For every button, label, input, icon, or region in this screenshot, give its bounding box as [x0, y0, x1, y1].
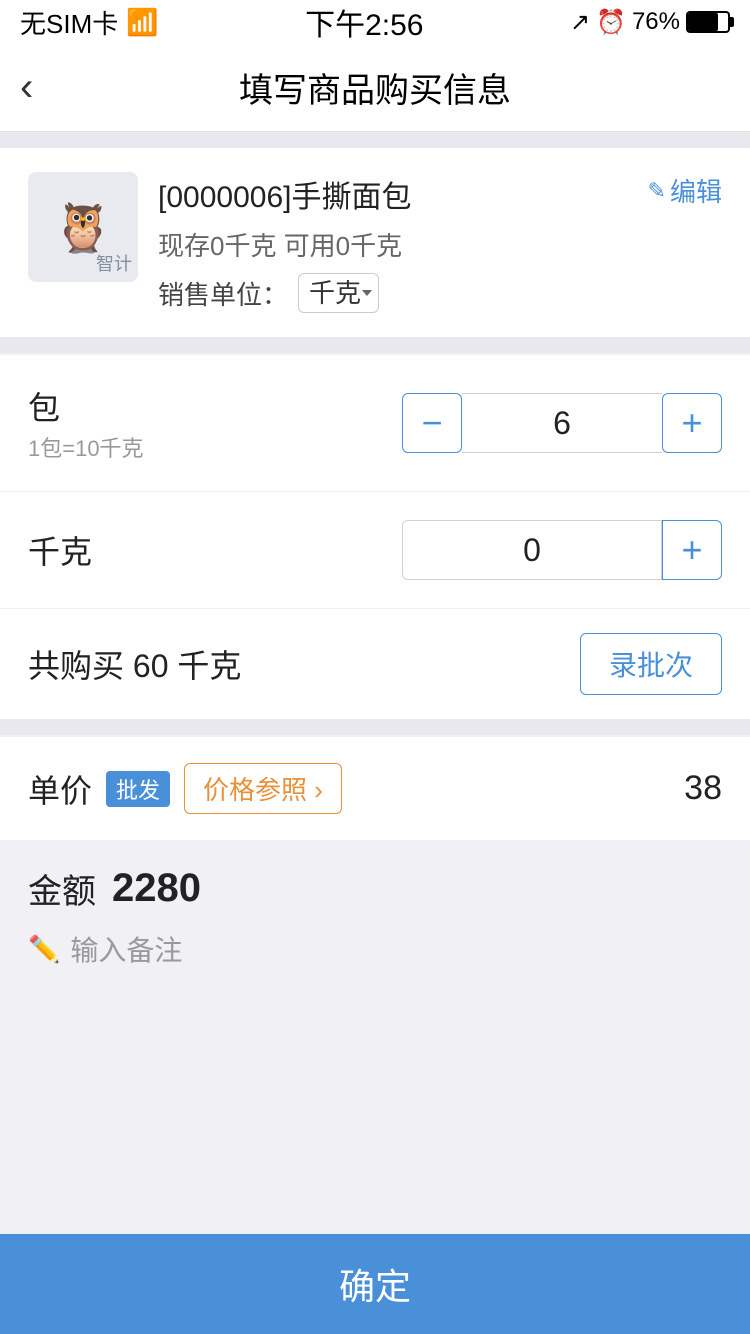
status-bar: 无SIM卡 📶 下午2:56 ↗ ⏰ 76%	[0, 0, 750, 44]
confirm-button-label: 确定	[339, 1258, 411, 1310]
product-thumbnail: 🦉 智计	[28, 172, 138, 282]
battery-fill	[688, 13, 718, 31]
bao-quantity-input[interactable]	[462, 393, 662, 453]
edit-link[interactable]: ✎ 编辑	[648, 172, 722, 209]
unit-label: 销售单位：	[158, 275, 288, 312]
product-stock: 现存0千克 可用0千克	[158, 226, 722, 263]
divider-price	[0, 719, 750, 735]
amount-value: 2280	[112, 866, 201, 911]
wifi-icon: 📶	[126, 7, 158, 38]
edit-icon: ✎	[648, 178, 666, 204]
bao-sublabel: 1包=10千克	[28, 431, 168, 463]
total-row: 共购买 60 千克 录批次	[0, 609, 750, 719]
pifa-badge: 批发	[106, 771, 170, 807]
product-info: [0000006]手撕面包 ✎ 编辑 现存0千克 可用0千克 销售单位： 千克	[158, 172, 722, 313]
status-left: 无SIM卡 📶	[20, 4, 159, 41]
form-row-bao: 包 1包=10千克 − +	[0, 355, 750, 492]
price-label: 单价	[28, 766, 92, 812]
bao-input-group: − +	[402, 393, 722, 453]
form-row-kg: 千克 +	[0, 492, 750, 609]
kg-increase-button[interactable]: +	[662, 520, 722, 580]
amount-row: 金额 2280	[28, 864, 722, 913]
product-thumb-label: 智计	[96, 250, 132, 276]
status-right: ↗ ⏰ 76%	[570, 8, 730, 37]
form-section: 包 1包=10千克 − + 千克 +	[0, 355, 750, 609]
kg-label: 千克	[28, 527, 168, 573]
carrier-text: 无SIM卡	[20, 4, 118, 41]
divider-top	[0, 132, 750, 148]
product-card: 🦉 智计 [0000006]手撕面包 ✎ 编辑 现存0千克 可用0千克 销售单位…	[0, 148, 750, 337]
nav-bar: ‹ 填写商品购买信息	[0, 44, 750, 132]
pencil-icon: ✏️	[28, 934, 60, 965]
bao-label-group: 包 1包=10千克	[28, 383, 168, 463]
price-ref-button[interactable]: 价格参照 ›	[184, 763, 342, 814]
bao-decrease-button[interactable]: −	[402, 393, 462, 453]
divider-mid	[0, 337, 750, 353]
product-unit-row: 销售单位： 千克	[158, 273, 722, 313]
battery-percent: 76%	[632, 8, 680, 36]
amount-section: 金额 2280 ✏️ 输入备注	[0, 840, 750, 993]
edit-label: 编辑	[670, 172, 722, 209]
product-name: [0000006]手撕面包	[158, 172, 648, 216]
status-time: 下午2:56	[305, 0, 423, 44]
kg-input-group: +	[402, 520, 722, 580]
note-row[interactable]: ✏️ 输入备注	[28, 929, 722, 969]
product-logo-icon: 🦉	[53, 199, 113, 256]
price-label-group: 单价 批发 价格参照 ›	[28, 763, 342, 814]
battery-icon	[686, 11, 730, 33]
kg-label-group: 千克	[28, 527, 168, 573]
unit-select[interactable]: 千克	[298, 273, 379, 313]
content-spacer	[0, 993, 750, 1234]
bao-increase-button[interactable]: +	[662, 393, 722, 453]
page-title: 填写商品购买信息	[239, 63, 511, 112]
back-button[interactable]: ‹	[20, 65, 33, 110]
product-title-row: [0000006]手撕面包 ✎ 编辑	[158, 172, 722, 216]
location-icon: ↗	[570, 8, 590, 37]
price-section: 单价 批发 价格参照 › 38	[0, 737, 750, 840]
kg-quantity-input[interactable]	[402, 520, 662, 580]
note-placeholder: 输入备注	[70, 929, 182, 969]
price-value: 38	[684, 769, 722, 808]
amount-label: 金额	[28, 864, 96, 913]
price-row: 单价 批发 价格参照 › 38	[0, 737, 750, 840]
total-text: 共购买 60 千克	[28, 641, 241, 687]
alarm-icon: ⏰	[596, 8, 626, 37]
bao-label: 包	[28, 383, 168, 429]
record-batch-button[interactable]: 录批次	[580, 633, 722, 695]
confirm-button[interactable]: 确定	[0, 1234, 750, 1334]
